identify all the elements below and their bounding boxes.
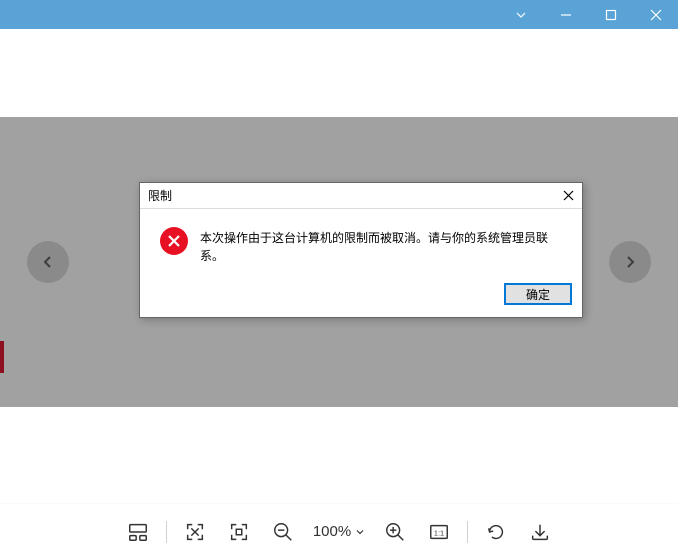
minimize-button[interactable] [543,0,588,29]
toolbar-separator [166,521,167,543]
error-dialog: 限制 本次操作由于这台计算机的限制而被取消。请与你的系统管理员联系。 确定 [139,182,583,318]
previous-image-button[interactable] [27,241,69,283]
zoom-level-text: 100% [313,523,351,540]
zoom-level-label[interactable]: 100% [305,523,373,540]
dialog-message: 本次操作由于这台计算机的限制而被取消。请与你的系统管理员联系。 [200,227,568,265]
toolbar-separator [467,521,468,543]
maximize-icon [605,9,617,21]
zoom-in-button[interactable] [373,510,417,554]
maximize-button[interactable] [588,0,633,29]
dialog-footer: 确定 [140,277,582,317]
ok-button[interactable]: 确定 [504,283,572,305]
zoom-out-button[interactable] [261,510,305,554]
dialog-close-button[interactable] [554,183,582,208]
chevron-left-icon [40,254,56,270]
image-viewport: 限制 本次操作由于这台计算机的限制而被取消。请与你的系统管理员联系。 确定 [0,117,678,407]
bottom-toolbar: 100% 1:1 [0,503,678,559]
svg-text:1:1: 1:1 [434,528,444,537]
dialog-titlebar[interactable]: 限制 [140,183,582,209]
rotate-button[interactable] [474,510,518,554]
save-button[interactable] [518,510,562,554]
error-icon [160,227,188,255]
actual-size-button[interactable]: 1:1 [417,510,461,554]
download-icon [529,521,551,543]
window-controls [498,0,678,29]
rotate-icon [485,521,507,543]
chevron-right-icon [622,254,638,270]
fullscreen-icon [184,521,206,543]
top-gap [0,29,678,117]
gallery-icon [127,521,149,543]
chevron-down-icon [355,527,365,537]
fullscreen-button[interactable] [173,510,217,554]
fit-icon [228,521,250,543]
next-image-button[interactable] [609,241,651,283]
dialog-body: 本次操作由于这台计算机的限制而被取消。请与你的系统管理员联系。 [140,209,582,277]
image-edge [0,341,4,373]
close-icon [650,9,662,21]
actual-size-icon: 1:1 [428,521,450,543]
fit-button[interactable] [217,510,261,554]
close-icon [563,190,574,201]
chevron-down-icon [514,8,528,22]
dropdown-button[interactable] [498,0,543,29]
close-button[interactable] [633,0,678,29]
zoom-in-icon [384,521,406,543]
dialog-title: 限制 [148,187,172,204]
zoom-out-icon [272,521,294,543]
gallery-button[interactable] [116,510,160,554]
minimize-icon [560,9,572,21]
window-titlebar [0,0,678,29]
bottom-gap [0,407,678,503]
